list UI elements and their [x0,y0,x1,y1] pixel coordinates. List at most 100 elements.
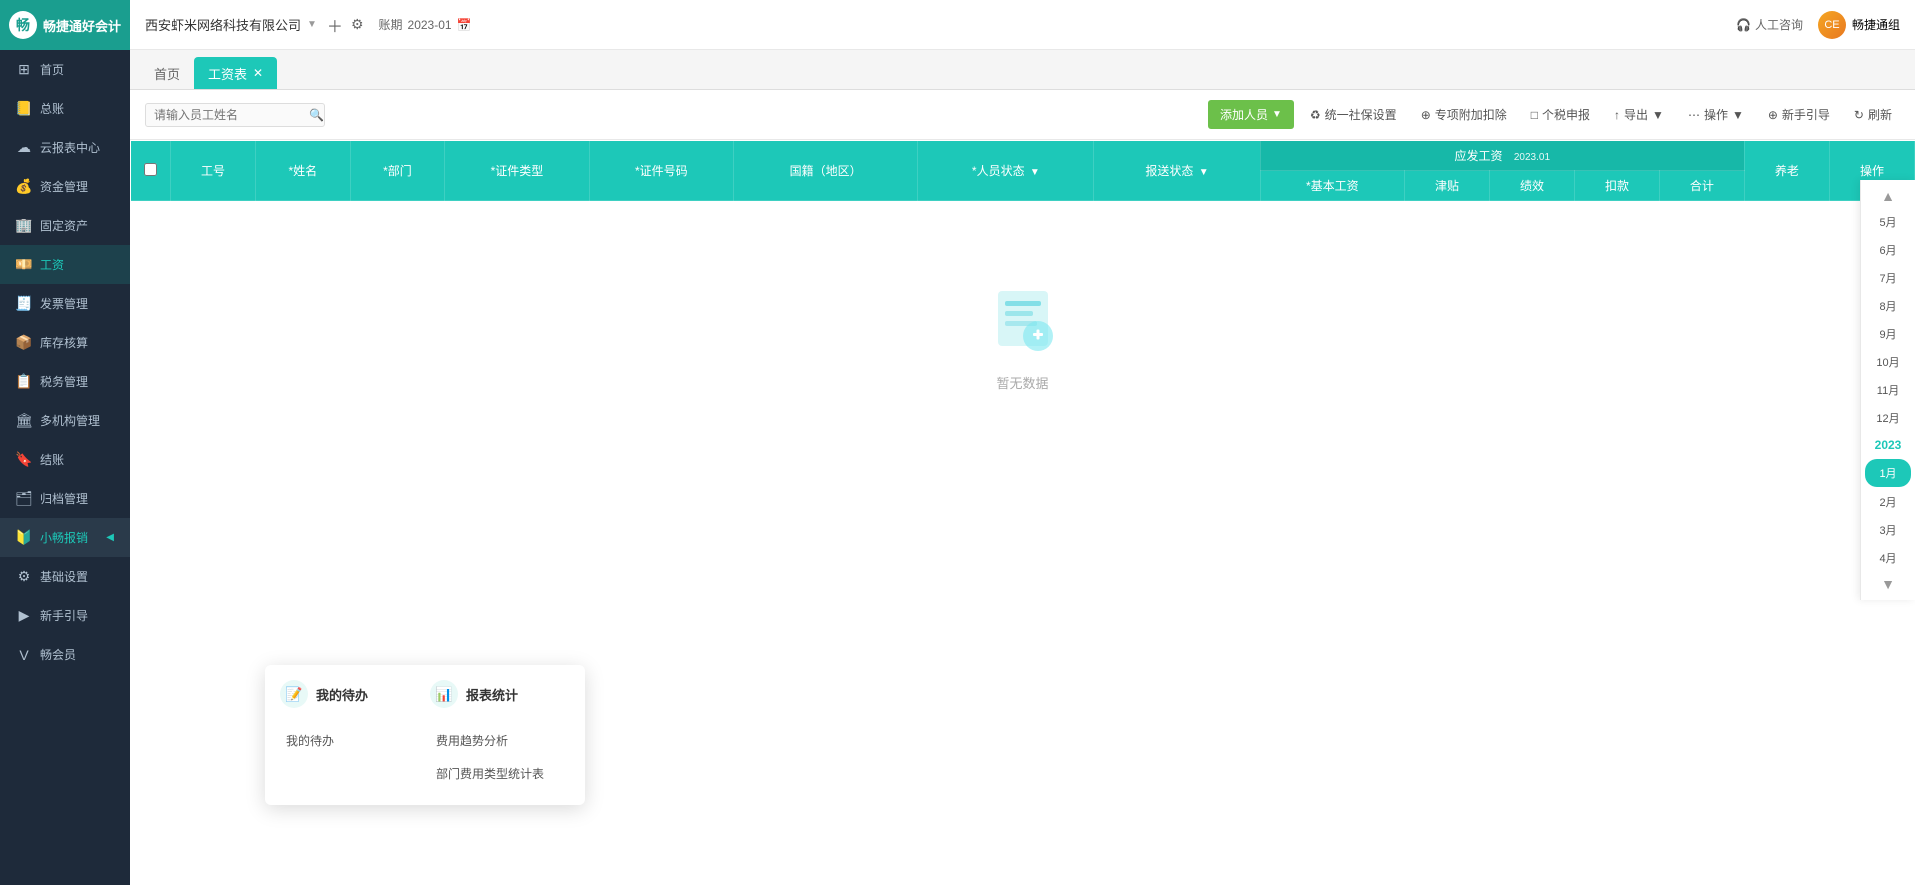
special-deduction-label: 专项附加扣除 [1435,106,1507,123]
sidebar-item-settlement[interactable]: 🔖 结账 [0,440,130,479]
select-all-checkbox[interactable] [144,163,157,176]
sidebar-item-member[interactable]: V 畅会员 [0,635,130,674]
guide-icon: ▶ [16,608,32,624]
ledger-icon: 📒 [16,101,32,117]
sidebar-item-new-guide[interactable]: ▶ 新手引导 [0,596,130,635]
tab-salary-close-icon[interactable]: ✕ [253,66,263,80]
export-dropdown-icon: ▼ [1652,108,1664,122]
sidebar-item-home[interactable]: ⊞ 首页 [0,50,130,89]
month-1-active[interactable]: 1月 [1865,459,1911,487]
month-7[interactable]: 7月 [1861,264,1915,292]
app-name: 畅捷通好会计 [43,16,121,35]
sidebar-item-tax[interactable]: 📋 税务管理 [0,362,130,401]
refresh-button[interactable]: ↻ 刷新 [1846,101,1900,128]
th-checkbox[interactable] [131,141,171,201]
th-deduction: 扣款 [1574,171,1659,201]
settlement-icon: 🔖 [16,452,32,468]
month-12[interactable]: 12月 [1861,404,1915,432]
company-selector[interactable]: 西安虾米网络科技有限公司 ▼ [145,15,317,34]
period-selector[interactable]: 账期 2023-01 📅 [379,16,472,33]
calendar-icon: 📅 [457,18,472,32]
th-dept: *部门 [350,141,445,201]
sidebar-item-fixed-assets[interactable]: 🏢 固定资产 [0,206,130,245]
add-person-button[interactable]: 添加人员 ▼ [1208,100,1294,129]
month-10[interactable]: 10月 [1861,348,1915,376]
sidebar-item-multi-org[interactable]: 🏛 多机构管理 [0,401,130,440]
th-allowance: 津贴 [1404,171,1489,201]
month-8[interactable]: 8月 [1861,292,1915,320]
sidebar-item-inventory[interactable]: 📦 库存核算 [0,323,130,362]
sidebar-label-ledger: 总账 [40,100,64,117]
social-security-button[interactable]: ♻ 统一社保设置 [1302,101,1405,128]
tab-salary[interactable]: 工资表 ✕ [194,57,277,89]
settings-gear-icon[interactable]: ⚙ [351,16,364,33]
topbar: 西安虾米网络科技有限公司 ▼ ＋ ⚙ 账期 2023-01 📅 🎧 人工咨询 C… [130,0,1915,50]
content-area: 🔍 添加人员 ▼ ♻ 统一社保设置 ⊕ 专项附加扣除 □ 个税申报 ↑ 导出 [130,90,1915,885]
company-name: 西安虾米网络科技有限公司 [145,15,301,34]
th-employee-id: 工号 [171,141,256,201]
th-name: *姓名 [255,141,350,201]
expense-trend-label: 费用趋势分析 [436,734,508,748]
sidebar-label-fund: 资金管理 [40,178,88,195]
tab-home[interactable]: 首页 [140,57,194,89]
no-data-icon [983,281,1063,361]
month-up-button[interactable]: ▲ [1877,184,1899,208]
todo-icon: 📝 [280,680,308,708]
sidebar-label-cloud: 云报表中心 [40,139,100,156]
month-5[interactable]: 5月 [1861,208,1915,236]
sidebar-label-settle: 结账 [40,451,64,468]
month-4[interactable]: 4月 [1861,544,1915,572]
special-deduction-button[interactable]: ⊕ 专项附加扣除 [1413,101,1515,128]
sidebar-label-salary: 工资 [40,256,64,273]
xiaochang-popup: 📝 我的待办 我的待办 📊 报表统计 费用趋势分析 [265,665,585,805]
settings-icon: ⚙ [16,569,32,585]
popup-item-expense-trend[interactable]: 费用趋势分析 [430,724,570,757]
month-2[interactable]: 2月 [1861,488,1915,516]
month-3[interactable]: 3月 [1861,516,1915,544]
add-company-button[interactable]: ＋ [327,13,343,37]
add-person-label: 添加人员 [1220,106,1268,123]
sidebar-item-fund[interactable]: 💰 资金管理 [0,167,130,206]
month-11[interactable]: 11月 [1861,376,1915,404]
tax-report-button[interactable]: □ 个税申报 [1523,101,1598,128]
operation-button[interactable]: ⋯ 操作 ▼ [1680,101,1752,128]
sidebar-label-home: 首页 [40,61,64,78]
th-report-status: 报送状态 ▼ [1094,141,1260,201]
th-payroll-group: 应发工资 2023.01 [1260,141,1744,171]
sidebar: 畅 畅捷通好会计 ⊞ 首页 📒 总账 ☁ 云报表中心 💰 资金管理 🏢 固定资产… [0,0,130,885]
sidebar-item-ledger[interactable]: 📒 总账 [0,89,130,128]
sidebar-item-basic-settings[interactable]: ⚙ 基础设置 [0,557,130,596]
user-area[interactable]: CE 畅捷通组 [1818,11,1900,39]
sidebar-label-fixed: 固定资产 [40,217,88,234]
sidebar-item-xiaochang[interactable]: 🔰 小畅报销 ◀ [0,518,130,557]
export-button[interactable]: ↑ 导出 ▼ [1606,101,1672,128]
popup-item-dept-expense[interactable]: 部门费用类型统计表 [430,757,570,790]
sidebar-item-archive[interactable]: 🗂 归档管理 [0,479,130,518]
multi-org-icon: 🏛 [16,413,32,429]
report-icon: 📊 [430,680,458,708]
operation-label: 操作 [1704,106,1728,123]
service-button[interactable]: 🎧 人工咨询 [1736,16,1803,33]
new-guide-button[interactable]: ⊕ 新手引导 [1760,101,1838,128]
operation-dropdown-icon: ▼ [1732,108,1744,122]
sidebar-item-invoice[interactable]: 🧾 发票管理 [0,284,130,323]
month-9[interactable]: 9月 [1861,320,1915,348]
sidebar-item-cloud-report[interactable]: ☁ 云报表中心 [0,128,130,167]
popup-item-my-todo[interactable]: 我的待办 [280,724,420,757]
user-name: 畅捷通组 [1852,16,1900,33]
tax-icon: 📋 [16,374,32,390]
th-pension: 养老 [1744,141,1829,201]
month-6[interactable]: 6月 [1861,236,1915,264]
year-2023-label: 2023 [1861,432,1915,458]
home-icon: ⊞ [16,62,32,78]
app-logo: 畅 畅捷通好会计 [0,0,130,50]
search-input[interactable] [154,108,309,122]
tab-home-label: 首页 [154,64,180,83]
tab-salary-label: 工资表 [208,64,247,83]
popup-col2: 📊 报表统计 费用趋势分析 部门费用类型统计表 [430,680,570,790]
tax-icon2: □ [1531,108,1538,122]
sidebar-item-salary[interactable]: 💴 工资 [0,245,130,284]
month-down-button[interactable]: ▼ [1877,572,1899,596]
month-panel: ▲ 5月 6月 7月 8月 9月 10月 11月 12月 2023 1月 2月 … [1860,180,1915,600]
popup-col1-header: 📝 我的待办 [280,680,420,714]
